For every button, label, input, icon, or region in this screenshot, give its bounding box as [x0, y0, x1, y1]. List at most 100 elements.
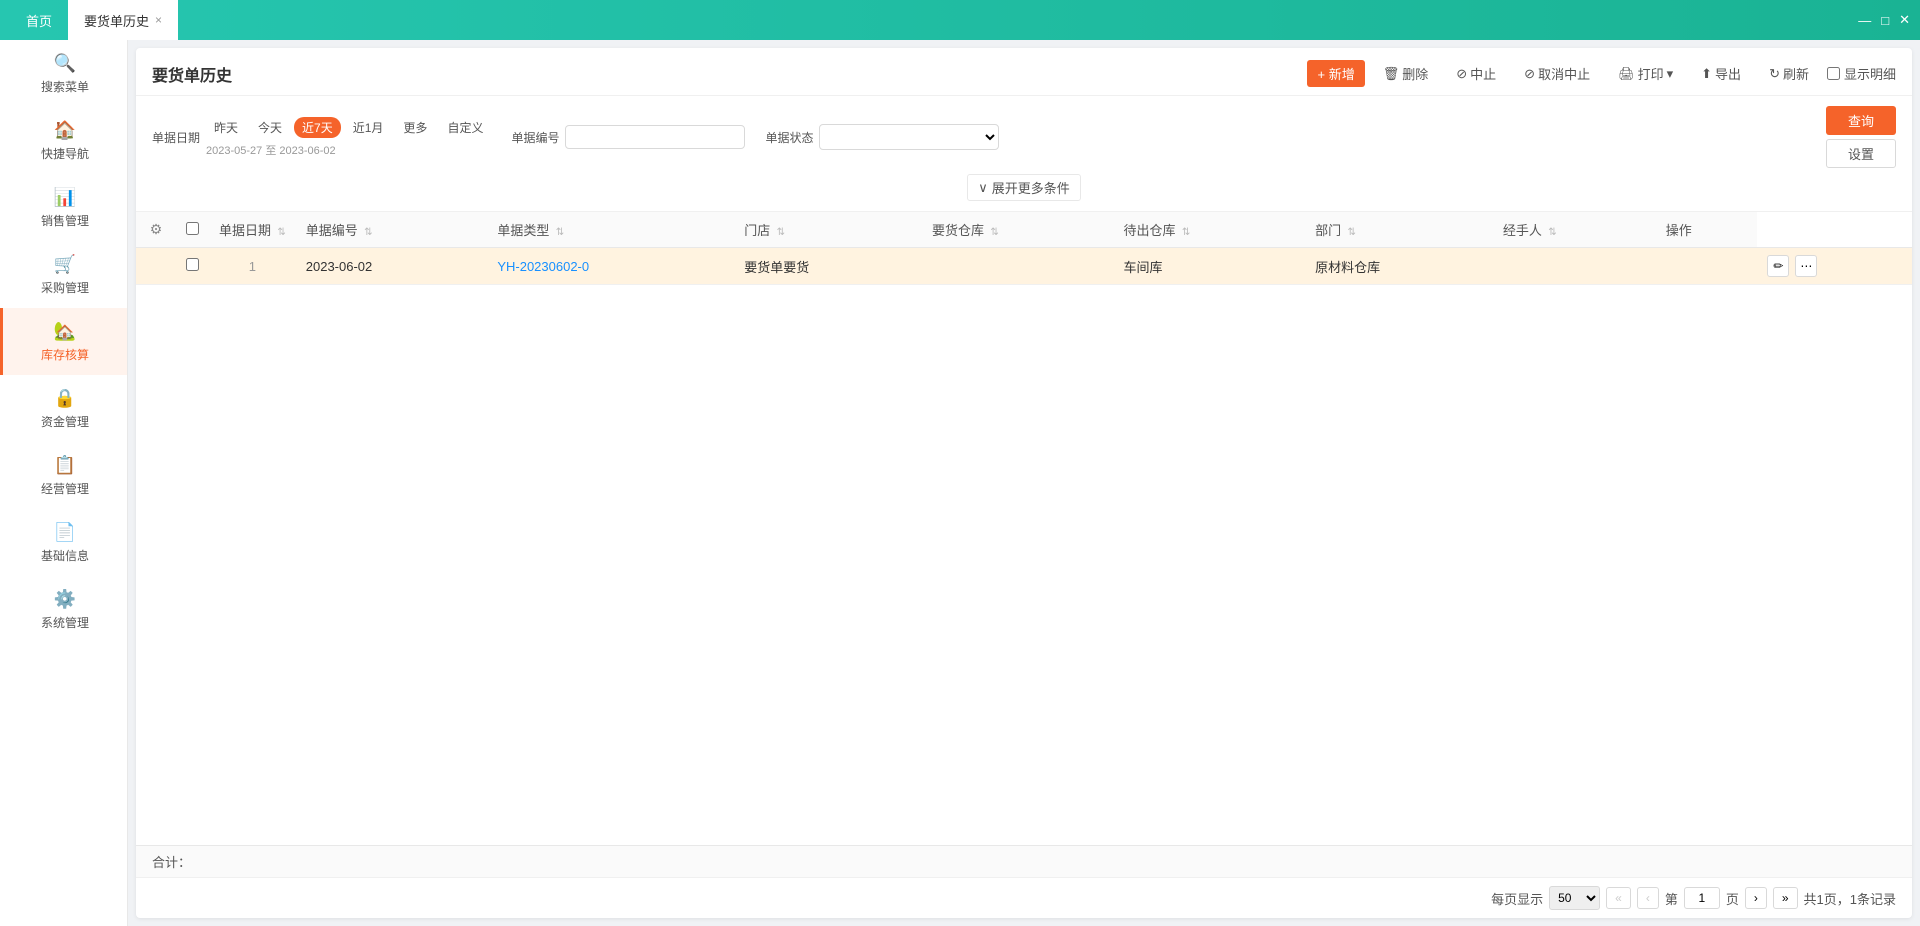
row-checkbox[interactable] — [186, 258, 199, 271]
doc-no-input[interactable] — [565, 125, 745, 149]
row-num: 1 — [249, 259, 256, 274]
col-pending-warehouse-sort-icon[interactable]: ⇅ — [1182, 227, 1190, 238]
operations-mgmt-icon: 📋 — [54, 454, 76, 476]
row-more-button[interactable]: ⋯ — [1795, 255, 1817, 277]
per-page-label: 每页显示 — [1491, 889, 1543, 908]
col-doc-no-sort-icon[interactable]: ⇅ — [364, 227, 372, 238]
page-header: 要货单历史 + 新增 🗑 删除 ⊘ 中止 ⊘ 取消中止 🖨 — [136, 48, 1912, 96]
table-row: 1 2023-06-02 YH-20230602-0 要货单要货 — [136, 248, 1912, 285]
row-doc-no-link[interactable]: YH-20230602-0 — [497, 259, 589, 274]
cancel-stop-button[interactable]: ⊘ 取消中止 — [1514, 60, 1600, 87]
stop-button[interactable]: ⊘ 中止 — [1446, 60, 1506, 87]
row-req-warehouse: 车间库 — [1124, 260, 1163, 275]
per-page-select[interactable]: 50 10 20 100 — [1549, 886, 1600, 910]
col-department: 部门 ⇅ — [1305, 212, 1493, 248]
date-pill-today[interactable]: 今天 — [250, 117, 290, 138]
col-req-warehouse-sort-icon[interactable]: ⇅ — [990, 227, 998, 238]
date-pills: 昨天 今天 近7天 近1月 更多 自定义 — [206, 117, 491, 138]
filter-area: 单据日期 昨天 今天 近7天 近1月 更多 自定义 2023-05-27 至 2… — [136, 96, 1912, 212]
col-pending-warehouse-label: 待出仓库 — [1124, 223, 1176, 238]
status-filter-group: 单据状态 — [765, 124, 999, 150]
sidebar-item-basic-info[interactable]: 📄 基础信息 — [0, 509, 127, 576]
display-detail-toggle[interactable]: 显示明细 — [1827, 64, 1896, 83]
next-page-button[interactable]: › — [1745, 887, 1767, 909]
col-store-label: 门店 — [744, 223, 770, 238]
row-handler-cell — [1656, 248, 1758, 285]
col-handler-sort-icon[interactable]: ⇅ — [1548, 227, 1556, 238]
page-label: 第 — [1665, 889, 1678, 908]
status-label: 单据状态 — [765, 129, 813, 146]
export-icon: ⬆ — [1701, 66, 1712, 82]
row-department-cell — [1493, 248, 1656, 285]
expand-filter-button[interactable]: ∨ 展开更多条件 — [967, 174, 1081, 201]
select-all-checkbox[interactable] — [186, 222, 199, 235]
row-pending-warehouse: 原材料仓库 — [1315, 260, 1380, 275]
top-bar: 首页 要货单历史 × — □ ✕ — [0, 0, 1920, 40]
tab-bar: 首页 要货单历史 × — [10, 0, 1858, 40]
sidebar-item-quick-nav[interactable]: 🏠 快捷导航 — [0, 107, 127, 174]
page-input[interactable] — [1684, 887, 1720, 909]
sidebar-item-search-menu[interactable]: 🔍 搜索菜单 — [0, 40, 127, 107]
doc-no-label: 单据编号 — [511, 129, 559, 146]
date-pill-more[interactable]: 更多 — [395, 117, 435, 138]
export-button[interactable]: ⬆ 导出 — [1691, 60, 1751, 87]
row-operation-cell: ✏ ⋯ — [1757, 248, 1912, 285]
row-settings-cell — [136, 248, 176, 285]
new-button[interactable]: + 新增 — [1307, 60, 1364, 87]
query-button[interactable]: 查询 — [1826, 106, 1896, 135]
cancel-stop-button-label: 取消中止 — [1538, 64, 1590, 83]
row-doc-no-cell: YH-20230602-0 — [487, 248, 734, 285]
col-department-label: 部门 — [1315, 223, 1341, 238]
date-pill-custom[interactable]: 自定义 — [439, 117, 491, 138]
sidebar-label-system-mgmt: 系统管理 — [41, 614, 89, 631]
last-page-button[interactable]: » — [1773, 887, 1798, 909]
sidebar-item-inventory-calc[interactable]: 🏡 库存核算 — [0, 308, 127, 375]
date-pill-yesterday[interactable]: 昨天 — [206, 117, 246, 138]
tab-requisition-history-label: 要货单历史 — [84, 11, 149, 30]
sidebar-item-purchase-mgmt[interactable]: 🛒 采购管理 — [0, 241, 127, 308]
date-pill-7days[interactable]: 近7天 — [294, 117, 341, 138]
display-detail-checkbox[interactable] — [1827, 67, 1840, 80]
date-pill-1month[interactable]: 近1月 — [345, 117, 392, 138]
col-department-sort-icon[interactable]: ⇅ — [1347, 227, 1355, 238]
maximize-button[interactable]: □ — [1881, 13, 1889, 28]
tab-requisition-history[interactable]: 要货单历史 × — [68, 0, 178, 40]
sidebar-item-sales-mgmt[interactable]: 📊 销售管理 — [0, 174, 127, 241]
basic-info-icon: 📄 — [54, 521, 76, 543]
print-dropdown-icon: ▾ — [1667, 66, 1674, 82]
close-button[interactable]: ✕ — [1899, 12, 1910, 28]
cancel-stop-icon: ⊘ — [1524, 66, 1535, 82]
settings-button[interactable]: 设置 — [1826, 139, 1896, 168]
stop-button-label: 中止 — [1470, 64, 1496, 83]
page-unit-label: 页 — [1726, 889, 1739, 908]
status-select[interactable] — [819, 124, 999, 150]
column-settings-icon[interactable]: ⚙ — [150, 221, 163, 237]
col-date: 单据日期 ⇅ — [209, 212, 296, 248]
tab-home[interactable]: 首页 — [10, 0, 68, 40]
quick-nav-icon: 🏠 — [54, 119, 76, 141]
row-edit-button[interactable]: ✏ — [1767, 255, 1789, 277]
prev-page-button[interactable]: ‹ — [1637, 887, 1659, 909]
sidebar-item-finance-mgmt[interactable]: 🔒 资金管理 — [0, 375, 127, 442]
delete-button[interactable]: 🗑 删除 — [1373, 60, 1439, 87]
print-button[interactable]: 🖨 打印 ▾ — [1608, 60, 1683, 87]
inventory-calc-icon: 🏡 — [54, 320, 76, 342]
sidebar-item-operations-mgmt[interactable]: 📋 经营管理 — [0, 442, 127, 509]
col-store-sort-icon[interactable]: ⇅ — [777, 227, 785, 238]
total-info: 共1页，1条记录 — [1804, 889, 1896, 908]
doc-no-filter-group: 单据编号 — [511, 125, 745, 149]
col-date-sort-icon[interactable]: ⇅ — [277, 227, 285, 238]
row-operation-icons: ✏ ⋯ — [1767, 255, 1902, 277]
sidebar-item-system-mgmt[interactable]: ⚙️ 系统管理 — [0, 576, 127, 643]
first-page-button[interactable]: « — [1606, 887, 1631, 909]
row-req-warehouse-cell: 车间库 — [1114, 248, 1306, 285]
col-settings: ⚙ — [136, 212, 176, 248]
col-doc-type-sort-icon[interactable]: ⇅ — [556, 227, 564, 238]
pagination: 每页显示 50 10 20 100 « ‹ 第 页 › » 共1页，1条记录 — [136, 877, 1912, 918]
tab-close-icon[interactable]: × — [155, 13, 162, 27]
export-button-label: 导出 — [1715, 64, 1741, 83]
new-button-label: + 新增 — [1317, 64, 1354, 83]
minimize-button[interactable]: — — [1858, 13, 1871, 28]
delete-icon: 🗑 — [1383, 66, 1400, 82]
refresh-button[interactable]: ↻ 刷新 — [1759, 60, 1819, 87]
